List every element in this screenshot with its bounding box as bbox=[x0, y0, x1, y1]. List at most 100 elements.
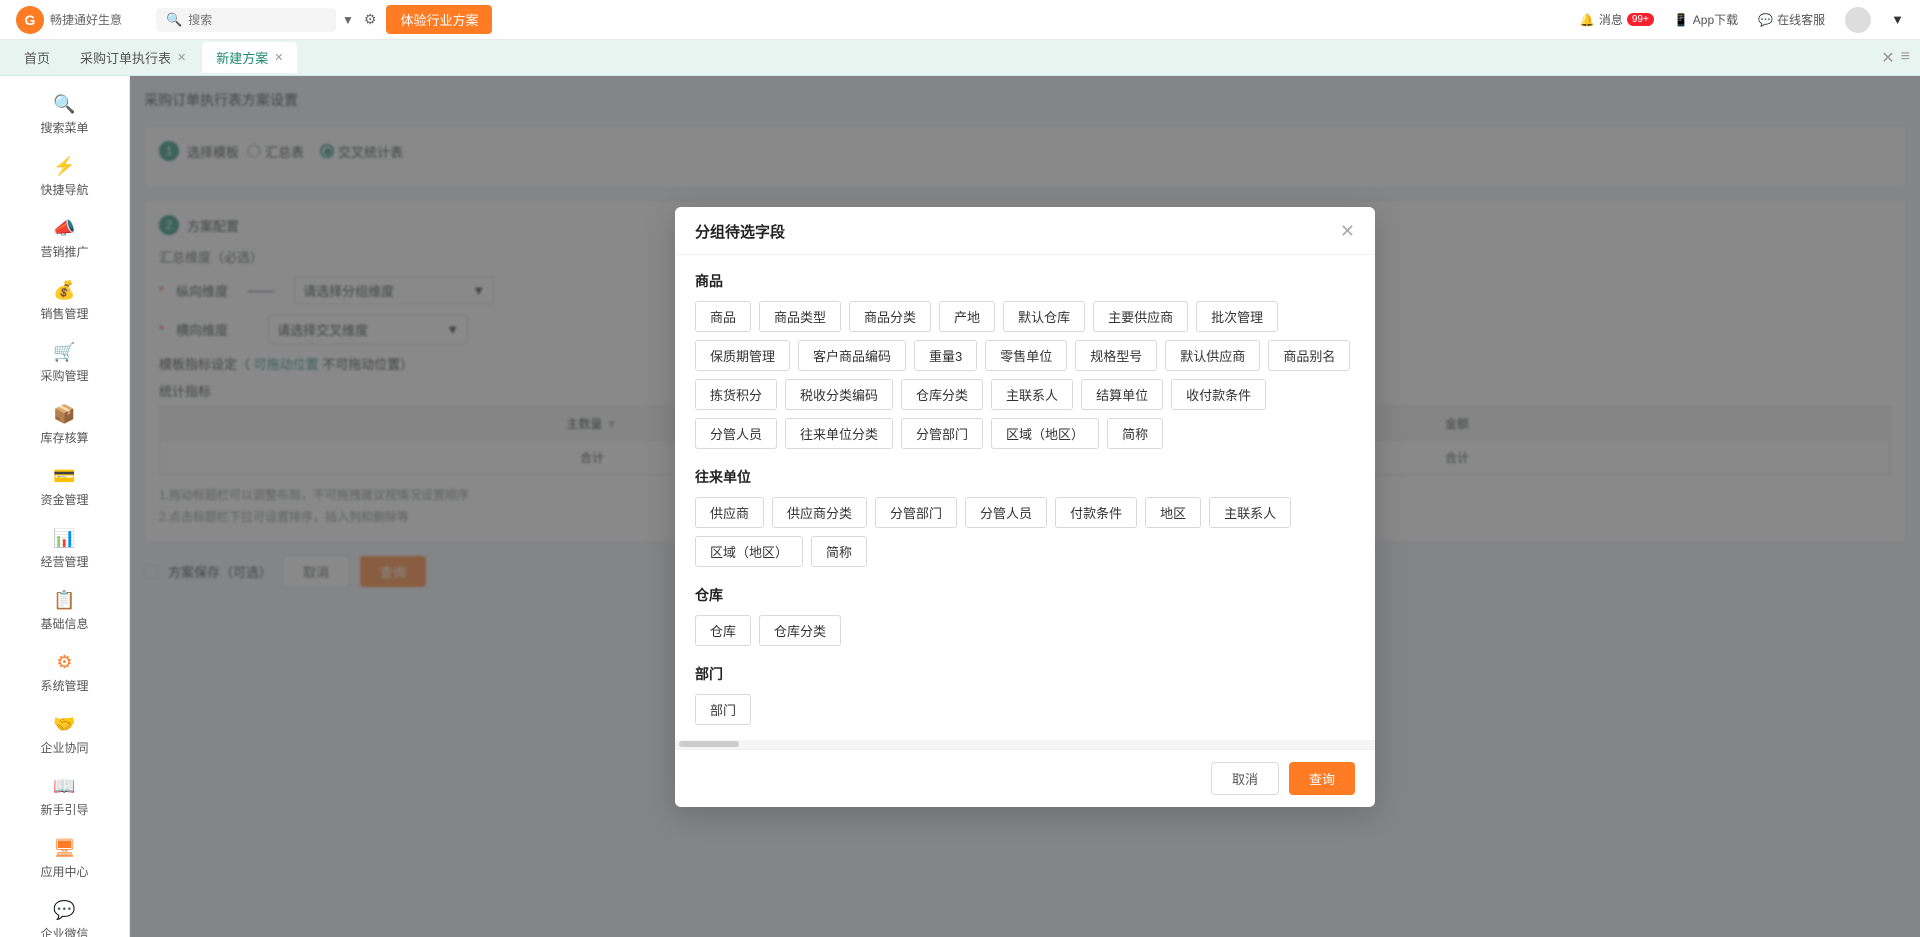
tab-menu-icon[interactable]: ≡ bbox=[1901, 48, 1910, 68]
sales-icon: 💰 bbox=[53, 280, 75, 301]
tab-home[interactable]: 首页 bbox=[10, 42, 64, 73]
field-pay-terms[interactable]: 付款条件 bbox=[1055, 497, 1137, 528]
sidebar-item-finance[interactable]: 💳 资金管理 bbox=[0, 456, 129, 518]
field-supplier-category[interactable]: 供应商分类 bbox=[772, 497, 867, 528]
field-customer-code[interactable]: 客户商品编码 bbox=[798, 340, 906, 371]
sidebar-item-operation-label: 经营管理 bbox=[40, 553, 88, 570]
product-fields: 商品 商品类型 商品分类 产地 默认仓库 主要供应商 批次管理 保质期管理 客户… bbox=[695, 301, 1355, 449]
tab-collapse-icon[interactable]: ✕ bbox=[1881, 48, 1894, 68]
header-search[interactable]: 🔍 bbox=[156, 8, 336, 32]
field-region-partner[interactable]: 地区 bbox=[1145, 497, 1201, 528]
collab-icon: 🤝 bbox=[53, 714, 75, 735]
field-spec-model[interactable]: 规格型号 bbox=[1075, 340, 1157, 371]
tab-new-scheme[interactable]: 新建方案 ✕ bbox=[202, 42, 297, 73]
tab-purchase-list-close[interactable]: ✕ bbox=[177, 51, 186, 64]
guide-icon: 📖 bbox=[53, 776, 75, 797]
modal-cancel-button[interactable]: 取消 bbox=[1211, 762, 1279, 795]
section-partner-title: 往来单位 bbox=[695, 467, 1355, 487]
field-default-warehouse[interactable]: 默认仓库 bbox=[1003, 301, 1085, 332]
sidebar-item-inventory-label: 库存核算 bbox=[40, 429, 88, 446]
field-product-type[interactable]: 商品类型 bbox=[759, 301, 841, 332]
top-header: G 畅捷通好生意 🔍 ▼ ⚙ 体验行业方案 🔔 消息 99+ 📱 App下载 💬… bbox=[0, 0, 1920, 40]
modal-header: 分组待选字段 ✕ bbox=[675, 207, 1375, 255]
field-department[interactable]: 部门 bbox=[695, 694, 751, 725]
online-service-item[interactable]: 💬 在线客服 bbox=[1758, 11, 1825, 28]
field-main-contact[interactable]: 主联系人 bbox=[991, 379, 1073, 410]
sidebar-item-purchase[interactable]: 🛒 采购管理 bbox=[0, 332, 129, 394]
notification-badge: 99+ bbox=[1627, 13, 1654, 26]
hscroll-thumb[interactable] bbox=[679, 741, 739, 747]
dropdown-arrow[interactable]: ▼ bbox=[342, 13, 354, 27]
field-product[interactable]: 商品 bbox=[695, 301, 751, 332]
gear-icon[interactable]: ⚙ bbox=[364, 11, 377, 28]
basic-icon: 📋 bbox=[53, 590, 75, 611]
sidebar-item-marketing[interactable]: 📣 营销推广 bbox=[0, 208, 129, 270]
app-download-label: App下载 bbox=[1693, 11, 1738, 28]
search-input[interactable] bbox=[188, 13, 326, 27]
notification-item[interactable]: 🔔 消息 99+ bbox=[1580, 11, 1654, 28]
tab-purchase-list-label: 采购订单执行表 bbox=[80, 48, 171, 67]
sidebar-item-wechat[interactable]: 💬 企业微信 bbox=[0, 890, 129, 937]
field-product-category[interactable]: 商品分类 bbox=[849, 301, 931, 332]
sidebar-item-basic[interactable]: 📋 基础信息 bbox=[0, 580, 129, 642]
experience-btn[interactable]: 体验行业方案 bbox=[386, 5, 492, 34]
field-pick-points[interactable]: 拣货积分 bbox=[695, 379, 777, 410]
field-partner-contact[interactable]: 主联系人 bbox=[1209, 497, 1291, 528]
modal-close-button[interactable]: ✕ bbox=[1340, 221, 1355, 242]
field-tax-code[interactable]: 税收分类编码 bbox=[785, 379, 893, 410]
modal-body: 商品 商品 商品类型 商品分类 产地 默认仓库 主要供应商 批次管理 保质期管理… bbox=[675, 255, 1375, 741]
field-product-alias[interactable]: 商品别名 bbox=[1268, 340, 1350, 371]
modal-confirm-button[interactable]: 查询 bbox=[1289, 762, 1355, 795]
field-retail-unit[interactable]: 零售单位 bbox=[985, 340, 1067, 371]
tab-new-scheme-close[interactable]: ✕ bbox=[274, 51, 283, 64]
field-origin[interactable]: 产地 bbox=[939, 301, 995, 332]
field-abbr[interactable]: 简称 bbox=[1107, 418, 1163, 449]
sidebar-item-collab[interactable]: 🤝 企业协同 bbox=[0, 704, 129, 766]
sidebar-item-search[interactable]: 🔍 搜索菜单 bbox=[0, 84, 129, 146]
field-supplier[interactable]: 供应商 bbox=[695, 497, 764, 528]
sidebar-item-operation[interactable]: 📊 经营管理 bbox=[0, 518, 129, 580]
sidebar-item-collab-label: 企业协同 bbox=[40, 739, 88, 756]
sidebar-item-apps[interactable]: 🖥 应用中心 bbox=[0, 828, 129, 890]
field-warehouse[interactable]: 仓库 bbox=[695, 615, 751, 646]
avatar[interactable] bbox=[1845, 7, 1871, 33]
field-partner-region[interactable]: 区域（地区） bbox=[695, 536, 803, 567]
field-default-supplier[interactable]: 默认供应商 bbox=[1165, 340, 1260, 371]
tab-purchase-list[interactable]: 采购订单执行表 ✕ bbox=[66, 42, 200, 73]
section-dept: 部门 部门 bbox=[695, 664, 1355, 725]
download-icon: 📱 bbox=[1674, 13, 1689, 27]
sidebar-item-guide[interactable]: 📖 新手引导 bbox=[0, 766, 129, 828]
partner-fields: 供应商 供应商分类 分管部门 分管人员 付款条件 地区 主联系人 区域（地区） … bbox=[695, 497, 1355, 567]
quicknav-icon: ⚡ bbox=[53, 156, 75, 177]
field-payment-terms[interactable]: 收付款条件 bbox=[1171, 379, 1266, 410]
sidebar-item-finance-label: 资金管理 bbox=[40, 491, 88, 508]
field-partner-abbr[interactable]: 简称 bbox=[811, 536, 867, 567]
field-region-product[interactable]: 区域（地区） bbox=[991, 418, 1099, 449]
field-quality-mgmt[interactable]: 保质期管理 bbox=[695, 340, 790, 371]
sidebar-item-purchase-label: 采购管理 bbox=[40, 367, 88, 384]
sidebar-item-quicknav[interactable]: ⚡ 快捷导航 bbox=[0, 146, 129, 208]
field-partner-category[interactable]: 往来单位分类 bbox=[785, 418, 893, 449]
field-partner-manager[interactable]: 分管人员 bbox=[965, 497, 1047, 528]
user-dropdown-icon[interactable]: ▼ bbox=[1891, 12, 1904, 27]
field-main-supplier[interactable]: 主要供应商 bbox=[1093, 301, 1188, 332]
app-download-item[interactable]: 📱 App下载 bbox=[1674, 11, 1738, 28]
section-dept-title: 部门 bbox=[695, 664, 1355, 684]
tab-bar-right: ✕ ≡ bbox=[1881, 48, 1910, 68]
field-dept[interactable]: 分管部门 bbox=[901, 418, 983, 449]
sidebar-item-sales[interactable]: 💰 销售管理 bbox=[0, 270, 129, 332]
search-menu-icon: 🔍 bbox=[53, 94, 75, 115]
field-warehouse-category[interactable]: 仓库分类 bbox=[901, 379, 983, 410]
sidebar-item-basic-label: 基础信息 bbox=[40, 615, 88, 632]
field-settlement-unit[interactable]: 结算单位 bbox=[1081, 379, 1163, 410]
field-weight3[interactable]: 重量3 bbox=[914, 340, 977, 371]
field-warehouse-cat[interactable]: 仓库分类 bbox=[759, 615, 841, 646]
sidebar-item-inventory[interactable]: 📦 库存核算 bbox=[0, 394, 129, 456]
field-batch-mgmt[interactable]: 批次管理 bbox=[1196, 301, 1278, 332]
tab-bar: 首页 采购订单执行表 ✕ 新建方案 ✕ ✕ ≡ bbox=[0, 40, 1920, 76]
sidebar-item-system[interactable]: ⚙ 系统管理 bbox=[0, 642, 129, 704]
field-partner-dept[interactable]: 分管部门 bbox=[875, 497, 957, 528]
logo-area: G 畅捷通好生意 bbox=[16, 6, 146, 34]
field-manager[interactable]: 分管人员 bbox=[695, 418, 777, 449]
modal-hscroll[interactable] bbox=[675, 740, 1375, 748]
